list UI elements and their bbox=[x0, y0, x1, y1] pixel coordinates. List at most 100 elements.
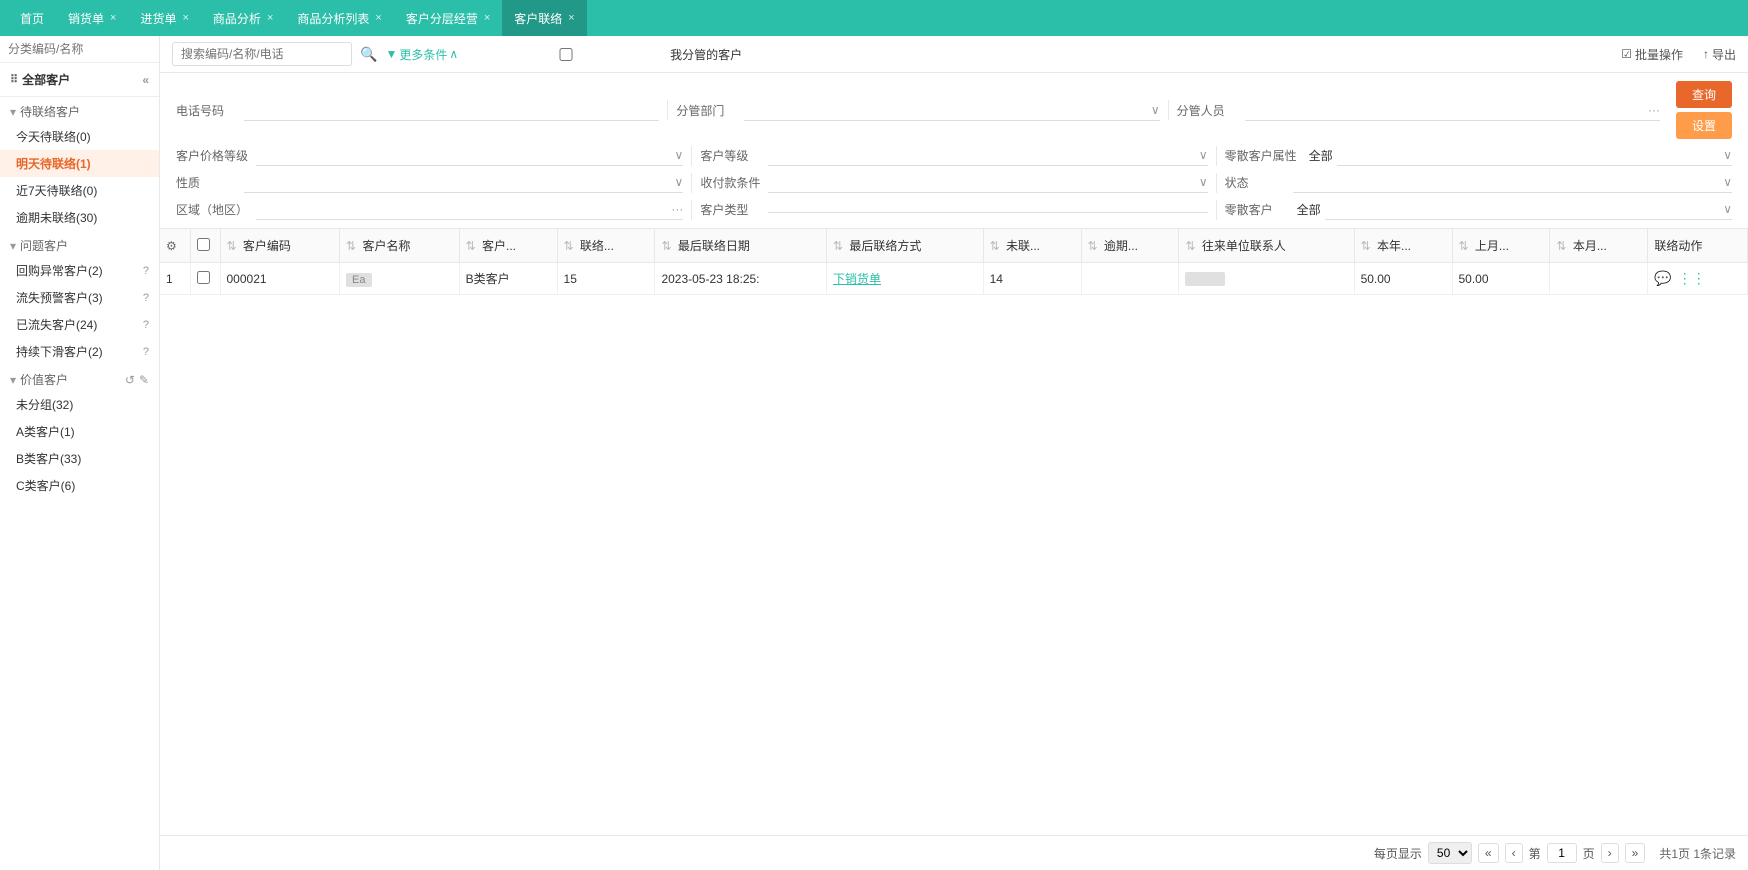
my-customer-checkbox[interactable]: 我分管的客户 bbox=[466, 46, 742, 63]
nav-customer-contact-close[interactable]: × bbox=[568, 12, 574, 24]
sidebar-item-churned[interactable]: 已流失客户(24) ? bbox=[0, 311, 159, 338]
nav-product-analysis-list-close[interactable]: × bbox=[375, 12, 381, 24]
page-number-input[interactable] bbox=[1547, 843, 1577, 863]
nav-product-analysis[interactable]: 商品分析 × bbox=[201, 0, 285, 36]
next-page-button[interactable]: › bbox=[1601, 843, 1619, 863]
nav-purchase-close[interactable]: × bbox=[182, 12, 188, 24]
th-settings[interactable]: ⚙ bbox=[160, 229, 190, 263]
th-overdue: ⇅ 逾期... bbox=[1081, 229, 1179, 263]
sort-icon-this-year[interactable]: ⇅ bbox=[1361, 239, 1371, 253]
batch-operation-button[interactable]: ☑ 批量操作 bbox=[1621, 46, 1683, 63]
sidebar-item-b-class[interactable]: B类客户(33) bbox=[0, 445, 159, 472]
sort-icon-last-month[interactable]: ⇅ bbox=[1459, 239, 1469, 253]
last-page-button[interactable]: » bbox=[1625, 843, 1646, 863]
nav-product-analysis-close[interactable]: × bbox=[267, 12, 273, 24]
more-filter-button[interactable]: ▼ 更多条件 ∧ bbox=[385, 46, 458, 63]
sidebar-all-customers[interactable]: ⠿ 全部客户 « bbox=[0, 63, 159, 97]
filter-retail-customer-select[interactable]: ∨ bbox=[1325, 199, 1732, 220]
filter-region-select[interactable]: ··· bbox=[256, 199, 683, 220]
row-checkbox[interactable] bbox=[197, 271, 210, 284]
th-type: ⇅ 客户... bbox=[459, 229, 557, 263]
chevron-up-icon: ∧ bbox=[449, 47, 458, 61]
first-page-button[interactable]: « bbox=[1478, 843, 1499, 863]
filter-customer-price: 客户价格等级 ∨ bbox=[176, 145, 683, 166]
select-all-checkbox[interactable] bbox=[197, 238, 210, 251]
sidebar-item-tomorrow[interactable]: 明天待联络(1) bbox=[0, 150, 159, 177]
sidebar-search-input[interactable] bbox=[8, 42, 160, 56]
filter-price-select[interactable]: ∨ bbox=[256, 145, 683, 166]
my-customer-check[interactable] bbox=[466, 48, 666, 61]
edit-icon[interactable]: ✎ bbox=[139, 373, 149, 387]
nav-sales[interactable]: 销货单 × bbox=[56, 0, 128, 36]
sidebar-item-today[interactable]: 今天待联络(0) bbox=[0, 123, 159, 150]
company-contact-placeholder bbox=[1185, 272, 1225, 286]
more-action-icon[interactable]: ⋮⋮ bbox=[1678, 270, 1706, 287]
filter-dept-select[interactable]: ∨ bbox=[744, 100, 1159, 121]
filter-actions: 查询 设置 bbox=[1676, 81, 1732, 139]
filter-divider-4 bbox=[1216, 146, 1217, 166]
sidebar-item-c-class[interactable]: C类客户(6) bbox=[0, 472, 159, 499]
contact-method-link[interactable]: 下销货单 bbox=[833, 272, 881, 286]
arrow-down-icon-2: ▾ bbox=[10, 239, 16, 253]
sort-icon-method[interactable]: ⇅ bbox=[833, 239, 843, 253]
filter-type-select[interactable] bbox=[768, 206, 1207, 213]
phone-input-field[interactable] bbox=[244, 103, 659, 117]
sort-icon-not-contacted[interactable]: ⇅ bbox=[990, 239, 1000, 253]
sidebar-item-repurchase-abnormal[interactable]: 回购异常客户(2) ? bbox=[0, 257, 159, 284]
query-button[interactable]: 查询 bbox=[1676, 81, 1732, 108]
sort-icon-name[interactable]: ⇅ bbox=[346, 239, 356, 253]
sort-icon-this-month[interactable]: ⇅ bbox=[1556, 239, 1566, 253]
sidebar-item-overdue[interactable]: 逾期未联络(30) bbox=[0, 204, 159, 231]
filter-phone-input[interactable] bbox=[244, 100, 659, 121]
nav-product-analysis-list[interactable]: 商品分析列表 × bbox=[285, 0, 393, 36]
chevron-down-icon-price: ∨ bbox=[675, 148, 684, 162]
sort-icon-contact[interactable]: ⇅ bbox=[564, 239, 574, 253]
cell-type: B类客户 bbox=[459, 263, 557, 295]
search-bar: 🔍 ▼ 更多条件 ∧ 我分管的客户 ☑ 批量操作 ↑ 导出 bbox=[160, 36, 1748, 73]
nav-customer-tier[interactable]: 客户分层经营 × bbox=[394, 0, 502, 36]
cell-company-contact bbox=[1179, 263, 1354, 295]
sort-icon-company-contact[interactable]: ⇅ bbox=[1185, 239, 1195, 253]
prev-page-button[interactable]: ‹ bbox=[1505, 843, 1523, 863]
contact-action-icon[interactable]: 💬 bbox=[1654, 270, 1671, 287]
nav-customer-tier-close[interactable]: × bbox=[484, 12, 490, 24]
filter-divider-3 bbox=[691, 146, 692, 166]
filter-status-select[interactable]: ∨ bbox=[1293, 172, 1732, 193]
top-navigation: 首页 销货单 × 进货单 × 商品分析 × 商品分析列表 × 客户分层经营 × … bbox=[0, 0, 1748, 36]
th-company-contact: ⇅ 往来单位联系人 bbox=[1179, 229, 1354, 263]
nav-sales-close[interactable]: × bbox=[110, 12, 116, 24]
filter-retail-select[interactable]: ∨ bbox=[1337, 145, 1732, 166]
sort-icon-overdue[interactable]: ⇅ bbox=[1088, 239, 1098, 253]
search-input[interactable] bbox=[172, 42, 352, 66]
chevron-down-icon-dept: ∨ bbox=[1151, 103, 1160, 117]
sort-icon-date[interactable]: ⇅ bbox=[661, 239, 671, 253]
search-button[interactable]: 🔍 bbox=[360, 46, 377, 63]
sort-icon-code[interactable]: ⇅ bbox=[227, 239, 237, 253]
chevron-down-icon-status: ∨ bbox=[1723, 175, 1732, 189]
chevron-down-icon-retail-cust: ∨ bbox=[1723, 202, 1732, 216]
sidebar-item-churn-warning[interactable]: 流失预警客户(3) ? bbox=[0, 284, 159, 311]
set-button[interactable]: 设置 bbox=[1676, 112, 1732, 139]
nav-purchase[interactable]: 进货单 × bbox=[128, 0, 200, 36]
th-not-contacted: ⇅ 未联... bbox=[983, 229, 1081, 263]
sidebar-item-a-class[interactable]: A类客户(1) bbox=[0, 418, 159, 445]
filter-grade-select[interactable]: ∨ bbox=[768, 145, 1207, 166]
help-icon-4: ? bbox=[143, 346, 149, 358]
sidebar-item-ungrouped[interactable]: 未分组(32) bbox=[0, 391, 159, 418]
sidebar-item-declining[interactable]: 持续下滑客户(2) ? bbox=[0, 338, 159, 365]
cell-code: 000021 bbox=[220, 263, 340, 295]
cell-contact: 15 bbox=[557, 263, 655, 295]
sidebar-item-week7[interactable]: 近7天待联络(0) bbox=[0, 177, 159, 204]
filter-nature-select[interactable]: ∨ bbox=[244, 172, 683, 193]
grid-icon: ⠿ bbox=[10, 73, 18, 86]
export-button[interactable]: ↑ 导出 bbox=[1703, 46, 1736, 63]
filter-person-select[interactable]: ··· bbox=[1245, 100, 1660, 121]
help-icon-1: ? bbox=[143, 265, 149, 277]
filter-payment-select[interactable]: ∨ bbox=[768, 172, 1207, 193]
per-page-select[interactable]: 50 bbox=[1428, 842, 1472, 864]
refresh-icon[interactable]: ↺ bbox=[125, 373, 135, 387]
sort-icon-type[interactable]: ⇅ bbox=[466, 239, 476, 253]
nav-customer-contact[interactable]: 客户联络 × bbox=[502, 0, 586, 36]
nav-home[interactable]: 首页 bbox=[8, 0, 56, 36]
sidebar-collapse-icon[interactable]: « bbox=[142, 73, 149, 87]
